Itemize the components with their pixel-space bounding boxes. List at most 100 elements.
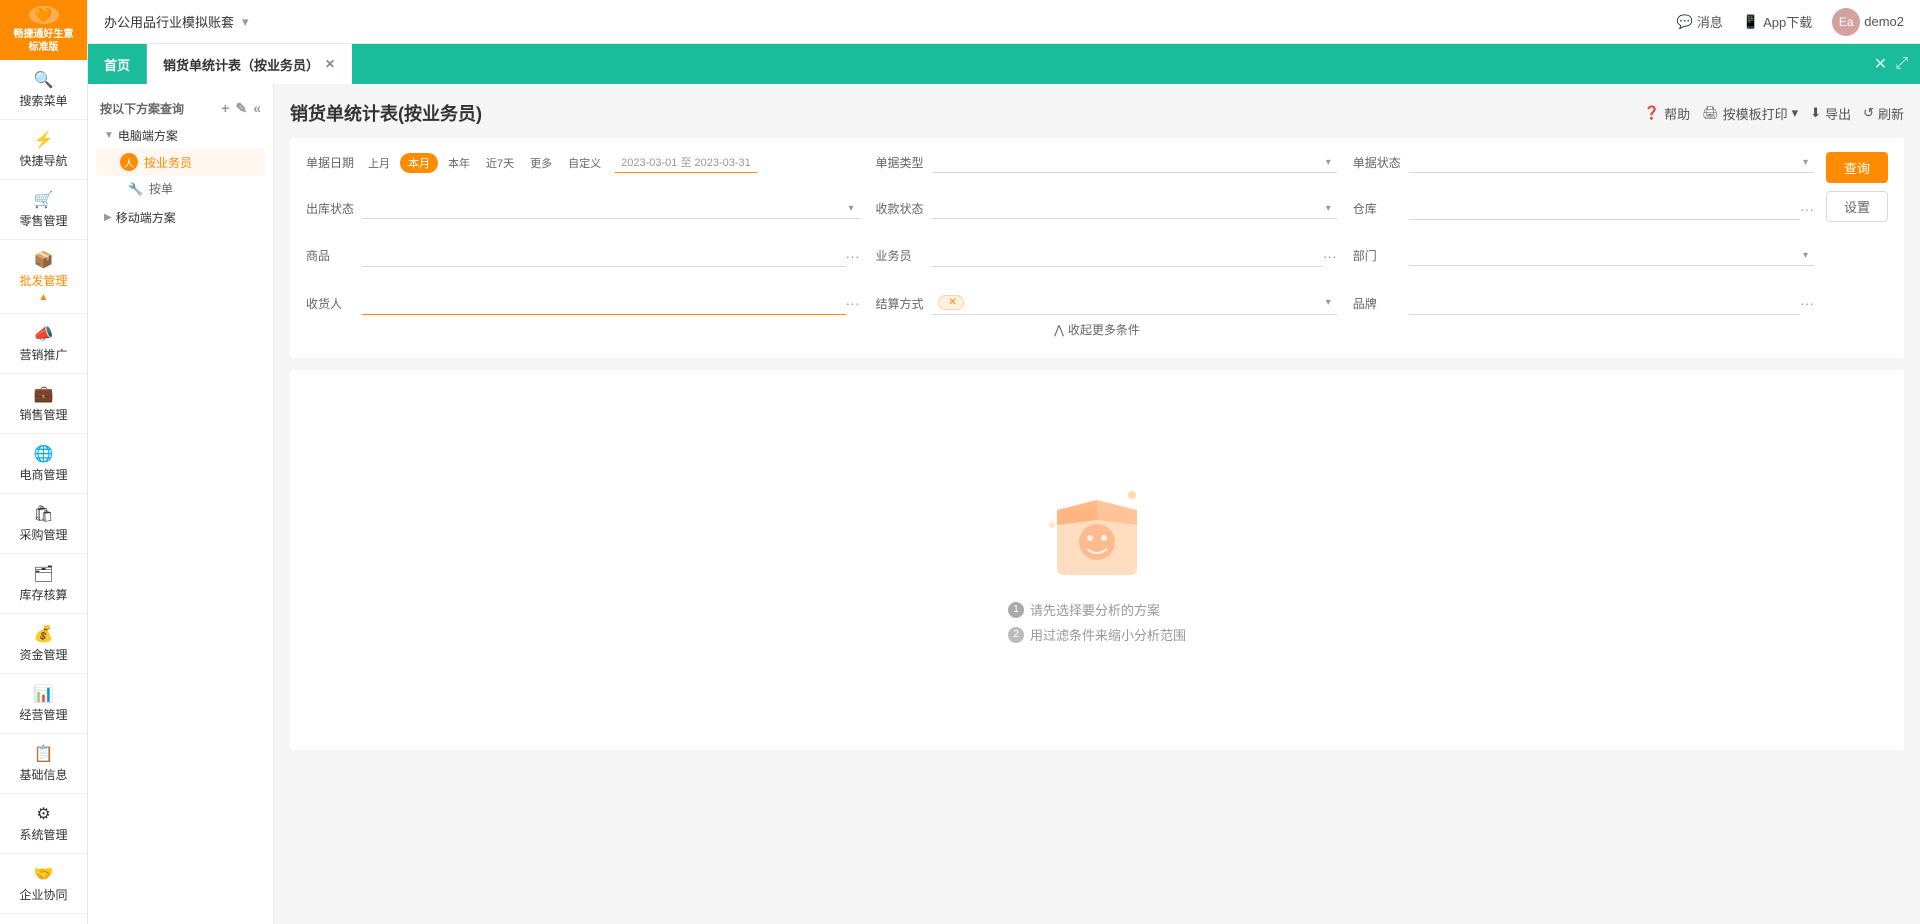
help-label: 帮助 bbox=[1664, 104, 1690, 123]
brand-label: 品牌 bbox=[1353, 295, 1401, 312]
scheme-item-by-staff[interactable]: 人 按业务员 bbox=[96, 148, 265, 176]
sidebar-item-ecommerce[interactable]: 🌐 电商管理 bbox=[0, 434, 87, 494]
bill-type-dropdown-icon: ▾ bbox=[1326, 157, 1331, 168]
print-label: 按模板打印 bbox=[1723, 104, 1788, 123]
query-panel: 单据日期 上月 本月 本年 近7天 更多 自定义 bbox=[290, 138, 1904, 358]
wholesale-icon: 📦 bbox=[4, 250, 83, 270]
date-tabs: 上月 本月 本年 近7天 更多 自定义 bbox=[362, 153, 607, 173]
goods-input[interactable] bbox=[362, 244, 846, 267]
bill-type-select[interactable]: ▾ bbox=[932, 153, 1337, 173]
tab-close-icon[interactable]: ✕ bbox=[325, 58, 335, 70]
export-label: 导出 bbox=[1825, 104, 1851, 123]
date-tab-cur-year[interactable]: 本年 bbox=[442, 153, 476, 173]
sidebar-item-search[interactable]: 🔍 搜索菜单 bbox=[0, 60, 87, 120]
sidebar-item-marketing[interactable]: 📣 营销推广 bbox=[0, 314, 87, 374]
sidebar-item-newbie[interactable]: 🎓 新手引导 bbox=[0, 914, 87, 924]
basics-icon: 📋 bbox=[4, 744, 83, 764]
tab-home[interactable]: 首页 bbox=[88, 44, 147, 84]
sidebar-item-basics[interactable]: 📋 基础信息 bbox=[0, 734, 87, 794]
date-field: 上月 本月 本年 近7天 更多 自定义 2023-03-01 至 2023-03… bbox=[362, 152, 859, 173]
sidebar-item-sales[interactable]: 💼 销售管理 bbox=[0, 374, 87, 434]
bill-type-label: 单据类型 bbox=[876, 154, 924, 171]
receiver-input[interactable] bbox=[362, 292, 846, 315]
tab-home-label: 首页 bbox=[104, 55, 130, 74]
tab-sales-stats[interactable]: 销货单统计表（按业务员） ✕ bbox=[147, 44, 352, 84]
tab-actions: ✕ ⤢ bbox=[1862, 54, 1920, 74]
query-button[interactable]: 查询 bbox=[1826, 152, 1888, 183]
brand-dots[interactable]: ··· bbox=[1800, 295, 1814, 311]
scheme-section: ▼ 电脑端方案 人 按业务员 🔧 按单 ▶ bbox=[88, 123, 273, 230]
sidebar-item-wholesale[interactable]: 📦 批发管理 ▲ bbox=[0, 240, 87, 314]
message-button[interactable]: 💬 消息 bbox=[1677, 12, 1723, 31]
tab-close-all-icon[interactable]: ✕ bbox=[1874, 54, 1887, 74]
sidebar-item-system[interactable]: ⚙ 系统管理 bbox=[0, 794, 87, 854]
out-status-select[interactable]: ▾ bbox=[362, 199, 859, 219]
help-button[interactable]: ❓ 帮助 bbox=[1644, 104, 1690, 123]
settings-button[interactable]: 设置 bbox=[1826, 191, 1888, 222]
sub-item-by-order[interactable]: 🔧 按单 bbox=[96, 176, 265, 201]
receiver-dots[interactable]: ··· bbox=[846, 295, 860, 311]
staff-input[interactable] bbox=[932, 244, 1323, 267]
settlement-select[interactable]: ✕ ▾ bbox=[932, 291, 1337, 315]
hint-text-1: 请先选择要分析的方案 bbox=[1030, 600, 1160, 619]
bill-status-field: 单据状态 ▾ bbox=[1353, 153, 1814, 173]
date-tab-prev-month[interactable]: 上月 bbox=[362, 153, 396, 173]
print-button[interactable]: 🖨 按模板打印 ▾ bbox=[1702, 104, 1798, 123]
sidebar-item-label: 批发管理 bbox=[4, 272, 83, 289]
sidebar-item-retail[interactable]: 🛒 零售管理 bbox=[0, 180, 87, 240]
empty-hint-1: 1 请先选择要分析的方案 bbox=[1008, 600, 1186, 619]
date-tab-custom[interactable]: 自定义 bbox=[562, 153, 607, 173]
refresh-button[interactable]: ↺ 刷新 bbox=[1863, 104, 1904, 123]
add-scheme-icon[interactable]: + bbox=[221, 100, 229, 117]
warehouse-input[interactable] bbox=[1409, 197, 1800, 220]
sidebar-item-operations[interactable]: 📊 经营管理 bbox=[0, 674, 87, 734]
department-field: 部门 ▾ bbox=[1353, 246, 1814, 266]
empty-illustration bbox=[1037, 470, 1157, 580]
ecommerce-icon: 🌐 bbox=[4, 444, 83, 464]
shortcut-icon: ⚡ bbox=[4, 130, 83, 150]
sidebar-item-shortcut[interactable]: ⚡ 快捷导航 bbox=[0, 120, 87, 180]
goods-dots[interactable]: ··· bbox=[846, 248, 860, 264]
sidebar-item-finance[interactable]: 💰 资金管理 bbox=[0, 614, 87, 674]
user-profile[interactable]: Ea demo2 bbox=[1832, 8, 1904, 36]
sidebar-item-enterprise[interactable]: 🤝 企业协同 bbox=[0, 854, 87, 914]
group-collapse-arrow: ▶ bbox=[104, 212, 112, 223]
date-tab-last7[interactable]: 近7天 bbox=[480, 153, 520, 173]
sub-item-label: 按单 bbox=[149, 180, 173, 197]
scheme-group-mobile-title[interactable]: ▶ 移动端方案 bbox=[96, 205, 265, 230]
warehouse-dots[interactable]: ··· bbox=[1800, 201, 1814, 217]
brand-input[interactable] bbox=[1409, 292, 1800, 315]
department-select[interactable]: ▾ bbox=[1409, 246, 1814, 266]
date-tab-cur-month[interactable]: 本月 bbox=[400, 153, 438, 173]
brand-field: 品牌 ··· bbox=[1353, 292, 1814, 315]
dropdown-arrow-icon[interactable]: ▾ bbox=[242, 14, 249, 30]
page-actions: ❓ 帮助 🖨 按模板打印 ▾ ⬇ 导出 ↺ 刷新 bbox=[1644, 104, 1904, 123]
sidebar-item-purchase[interactable]: 🛍 采购管理 bbox=[0, 494, 87, 554]
bill-status-select[interactable]: ▾ bbox=[1409, 153, 1814, 173]
scheme-group-desktop-title[interactable]: ▼ 电脑端方案 bbox=[96, 123, 265, 148]
sidebar-item-label: 采购管理 bbox=[4, 526, 83, 543]
sidebar-item-inventory[interactable]: 🗂 库存核算 bbox=[0, 554, 87, 614]
tab-expand-icon[interactable]: ⤢ bbox=[1895, 55, 1908, 73]
collapse-bar[interactable]: ⋀ 收起更多条件 bbox=[306, 315, 1888, 344]
topbar-right: 💬 消息 📱 App下载 Ea demo2 bbox=[1677, 8, 1904, 36]
date-label: 单据日期 bbox=[306, 154, 354, 171]
receipt-status-dropdown-icon: ▾ bbox=[1326, 203, 1331, 214]
settlement-field: 结算方式 ✕ ▾ bbox=[876, 291, 1337, 315]
staff-dots[interactable]: ··· bbox=[1323, 248, 1337, 264]
date-tab-more[interactable]: 更多 bbox=[524, 153, 558, 173]
scheme-group-mobile: ▶ 移动端方案 bbox=[96, 205, 265, 230]
app-download-button[interactable]: 📱 App下载 bbox=[1743, 12, 1812, 31]
app-name: 畅捷通好生意 标准版 bbox=[14, 28, 74, 54]
enterprise-icon: 🤝 bbox=[4, 864, 83, 884]
panel-header-icons: + ✎ « bbox=[221, 100, 261, 117]
settlement-tag-close[interactable]: ✕ bbox=[949, 297, 957, 308]
edit-scheme-icon[interactable]: ✎ bbox=[235, 100, 247, 117]
export-button[interactable]: ⬇ 导出 bbox=[1810, 104, 1851, 123]
out-status-dropdown-icon: ▾ bbox=[848, 203, 853, 214]
warehouse-field: 仓库 ··· bbox=[1353, 197, 1814, 220]
collapse-panel-icon[interactable]: « bbox=[253, 100, 261, 117]
hint-number-1: 1 bbox=[1008, 602, 1024, 618]
receipt-status-select[interactable]: ▾ bbox=[932, 199, 1337, 219]
empty-svg bbox=[1037, 470, 1157, 580]
